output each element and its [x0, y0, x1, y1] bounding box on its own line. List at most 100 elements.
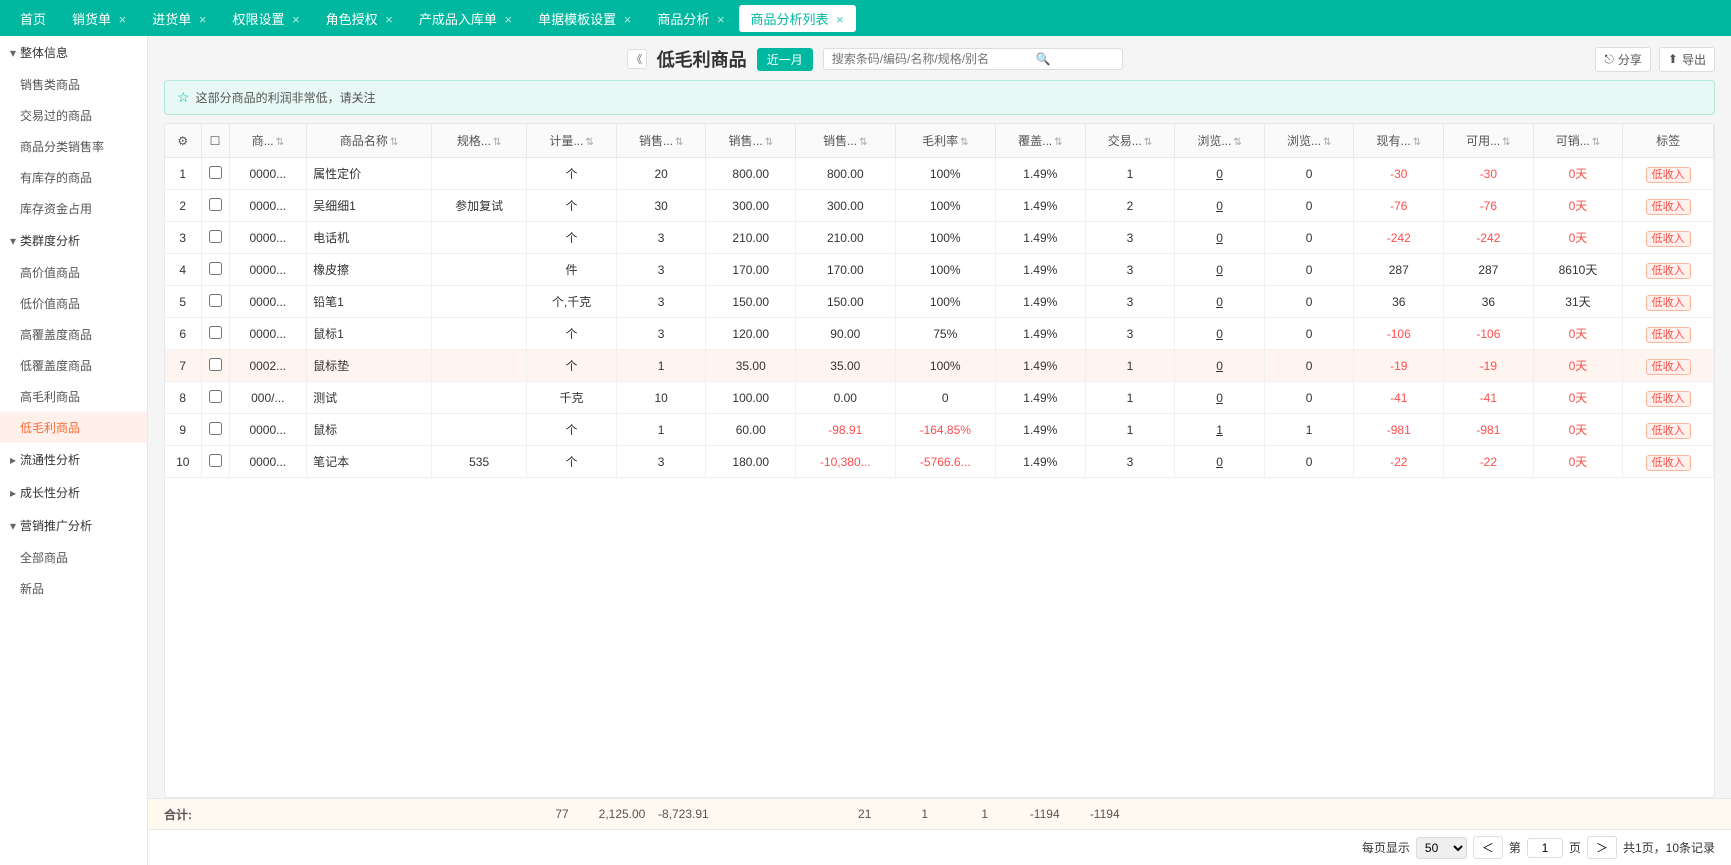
cell-checkbox[interactable]: [201, 318, 229, 350]
filter-recent-month-button[interactable]: 近一月: [757, 48, 813, 71]
sidebar-item-category-rate[interactable]: 商品分类销售率: [0, 131, 147, 162]
data-table-container[interactable]: ⚙ ☐ 商...⇅ 商品名称⇅ 规格...⇅ 计量...⇅ 销售...⇅ 销售.…: [164, 123, 1715, 798]
nav-roles[interactable]: 角色授权 ×: [314, 5, 405, 32]
nav-sales[interactable]: 销货单 ×: [60, 5, 138, 32]
nav-purchase-close[interactable]: ×: [199, 12, 207, 27]
cell-name[interactable]: 测试: [307, 382, 432, 414]
cell-browse1[interactable]: 0: [1175, 222, 1265, 254]
cell-gross-rate: 100%: [895, 222, 996, 254]
nav-permissions-close[interactable]: ×: [292, 12, 300, 27]
cell-name[interactable]: 鼠标: [307, 414, 432, 446]
col-tag[interactable]: 标签: [1623, 124, 1714, 158]
nav-analysis-list-close[interactable]: ×: [836, 12, 844, 27]
sidebar-item-new-goods[interactable]: 新品: [0, 573, 147, 604]
cell-checkbox[interactable]: [201, 382, 229, 414]
cell-checkbox[interactable]: [201, 414, 229, 446]
col-spec[interactable]: 规格...⇅: [431, 124, 526, 158]
table-row: 7 0002... 鼠标垫 个 1 35.00 35.00 100% 1.49%…: [165, 350, 1714, 382]
per-page-select[interactable]: 50 20 100: [1416, 837, 1467, 859]
sidebar-item-capital[interactable]: 库存资金占用: [0, 193, 147, 224]
cell-name[interactable]: 鼠标垫: [307, 350, 432, 382]
nav-sales-close[interactable]: ×: [119, 12, 127, 27]
cell-browse1[interactable]: 0: [1175, 286, 1265, 318]
nav-templates-close[interactable]: ×: [624, 12, 632, 27]
cell-checkbox[interactable]: [201, 446, 229, 478]
col-sale-qty[interactable]: 销售...⇅: [616, 124, 706, 158]
nav-purchase[interactable]: 进货单 ×: [140, 5, 218, 32]
col-sellable[interactable]: 可销...⇅: [1533, 124, 1623, 158]
cell-checkbox[interactable]: [201, 190, 229, 222]
col-current[interactable]: 现有...⇅: [1354, 124, 1444, 158]
prev-page-button[interactable]: ＜: [1473, 836, 1503, 859]
sidebar-group-cluster[interactable]: ▾ 类群度分析: [0, 224, 147, 257]
nav-products[interactable]: 产成品入库单 ×: [407, 5, 524, 32]
sidebar-collapse-button[interactable]: 《: [627, 49, 647, 69]
col-sale-amount[interactable]: 销售...⇅: [796, 124, 895, 158]
cell-checkbox[interactable]: [201, 254, 229, 286]
col-browse1[interactable]: 浏览...⇅: [1175, 124, 1265, 158]
sidebar-item-sales-goods[interactable]: 销售类商品: [0, 69, 147, 100]
cell-name[interactable]: 属性定价: [307, 158, 432, 190]
sidebar-group-marketing-label: 营销推广分析: [20, 517, 92, 534]
nav-analysis-list[interactable]: 商品分析列表 ×: [739, 5, 856, 32]
cell-name[interactable]: 橡皮擦: [307, 254, 432, 286]
nav-home[interactable]: 首页: [8, 5, 58, 32]
sidebar-item-low-coverage[interactable]: 低覆盖度商品: [0, 350, 147, 381]
col-settings[interactable]: ⚙: [165, 124, 201, 158]
sidebar-item-high-margin[interactable]: 高毛利商品: [0, 381, 147, 412]
nav-analysis[interactable]: 商品分析 ×: [645, 5, 736, 32]
nav-templates[interactable]: 单据模板设置 ×: [526, 5, 643, 32]
sidebar-group-marketing[interactable]: ▾ 营销推广分析: [0, 509, 147, 542]
nav-roles-close[interactable]: ×: [385, 12, 393, 27]
cell-name[interactable]: 铅笔1: [307, 286, 432, 318]
sidebar-group-growth[interactable]: ▸ 成长性分析: [0, 476, 147, 509]
next-page-button[interactable]: ＞: [1587, 836, 1617, 859]
nav-permissions[interactable]: 权限设置 ×: [220, 5, 311, 32]
cell-name[interactable]: 吴细细1: [307, 190, 432, 222]
col-trade[interactable]: 交易...⇅: [1085, 124, 1175, 158]
cell-name[interactable]: 鼠标1: [307, 318, 432, 350]
col-available[interactable]: 可用...⇅: [1444, 124, 1534, 158]
notice-bar: ☆ 这部分商品的利润非常低，请关注: [164, 80, 1715, 115]
cell-checkbox[interactable]: [201, 158, 229, 190]
cell-name[interactable]: 电话机: [307, 222, 432, 254]
cell-browse1[interactable]: 0: [1175, 446, 1265, 478]
cell-browse1[interactable]: 0: [1175, 350, 1265, 382]
col-gross-rate[interactable]: 毛利率⇅: [895, 124, 996, 158]
table-row: 10 0000... 笔记本 535 个 3 180.00 -10,380...…: [165, 446, 1714, 478]
cell-browse1[interactable]: 0: [1175, 158, 1265, 190]
cell-current: -242: [1354, 222, 1444, 254]
cell-browse1[interactable]: 1: [1175, 414, 1265, 446]
sidebar-item-low-value[interactable]: 低价值商品: [0, 288, 147, 319]
col-browse2[interactable]: 浏览...⇅: [1264, 124, 1354, 158]
cell-name[interactable]: 笔记本: [307, 446, 432, 478]
nav-products-close[interactable]: ×: [505, 12, 513, 27]
cell-browse1[interactable]: 0: [1175, 254, 1265, 286]
sidebar-item-high-coverage[interactable]: 高覆盖度商品: [0, 319, 147, 350]
col-checkbox[interactable]: ☐: [201, 124, 229, 158]
cell-checkbox[interactable]: [201, 222, 229, 254]
cell-browse1[interactable]: 0: [1175, 382, 1265, 414]
sidebar-group-overall[interactable]: ▾ 整体信息: [0, 36, 147, 69]
sidebar-group-flow[interactable]: ▸ 流通性分析: [0, 443, 147, 476]
col-name[interactable]: 商品名称⇅: [307, 124, 432, 158]
col-code[interactable]: 商...⇅: [229, 124, 307, 158]
sidebar-item-stocked[interactable]: 有库存的商品: [0, 162, 147, 193]
sidebar-item-low-margin[interactable]: 低毛利商品: [0, 412, 147, 443]
col-unit[interactable]: 计量...⇅: [527, 124, 617, 158]
export-button[interactable]: ⬆ 导出: [1659, 47, 1715, 72]
sidebar-item-high-value[interactable]: 高价值商品: [0, 257, 147, 288]
page-number-input[interactable]: [1527, 838, 1563, 858]
nav-analysis-close[interactable]: ×: [717, 12, 725, 27]
cell-browse1[interactable]: 0: [1175, 190, 1265, 222]
col-coverage[interactable]: 覆盖...⇅: [996, 124, 1086, 158]
sidebar-item-traded-goods[interactable]: 交易过的商品: [0, 100, 147, 131]
sidebar-item-all-goods[interactable]: 全部商品: [0, 542, 147, 573]
search-icon[interactable]: 🔍: [1036, 52, 1051, 66]
share-button[interactable]: ⎋ 分享: [1595, 47, 1651, 72]
search-input[interactable]: [832, 52, 1032, 66]
col-sale-price[interactable]: 销售...⇅: [706, 124, 796, 158]
cell-checkbox[interactable]: [201, 350, 229, 382]
cell-browse1[interactable]: 0: [1175, 318, 1265, 350]
cell-checkbox[interactable]: [201, 286, 229, 318]
